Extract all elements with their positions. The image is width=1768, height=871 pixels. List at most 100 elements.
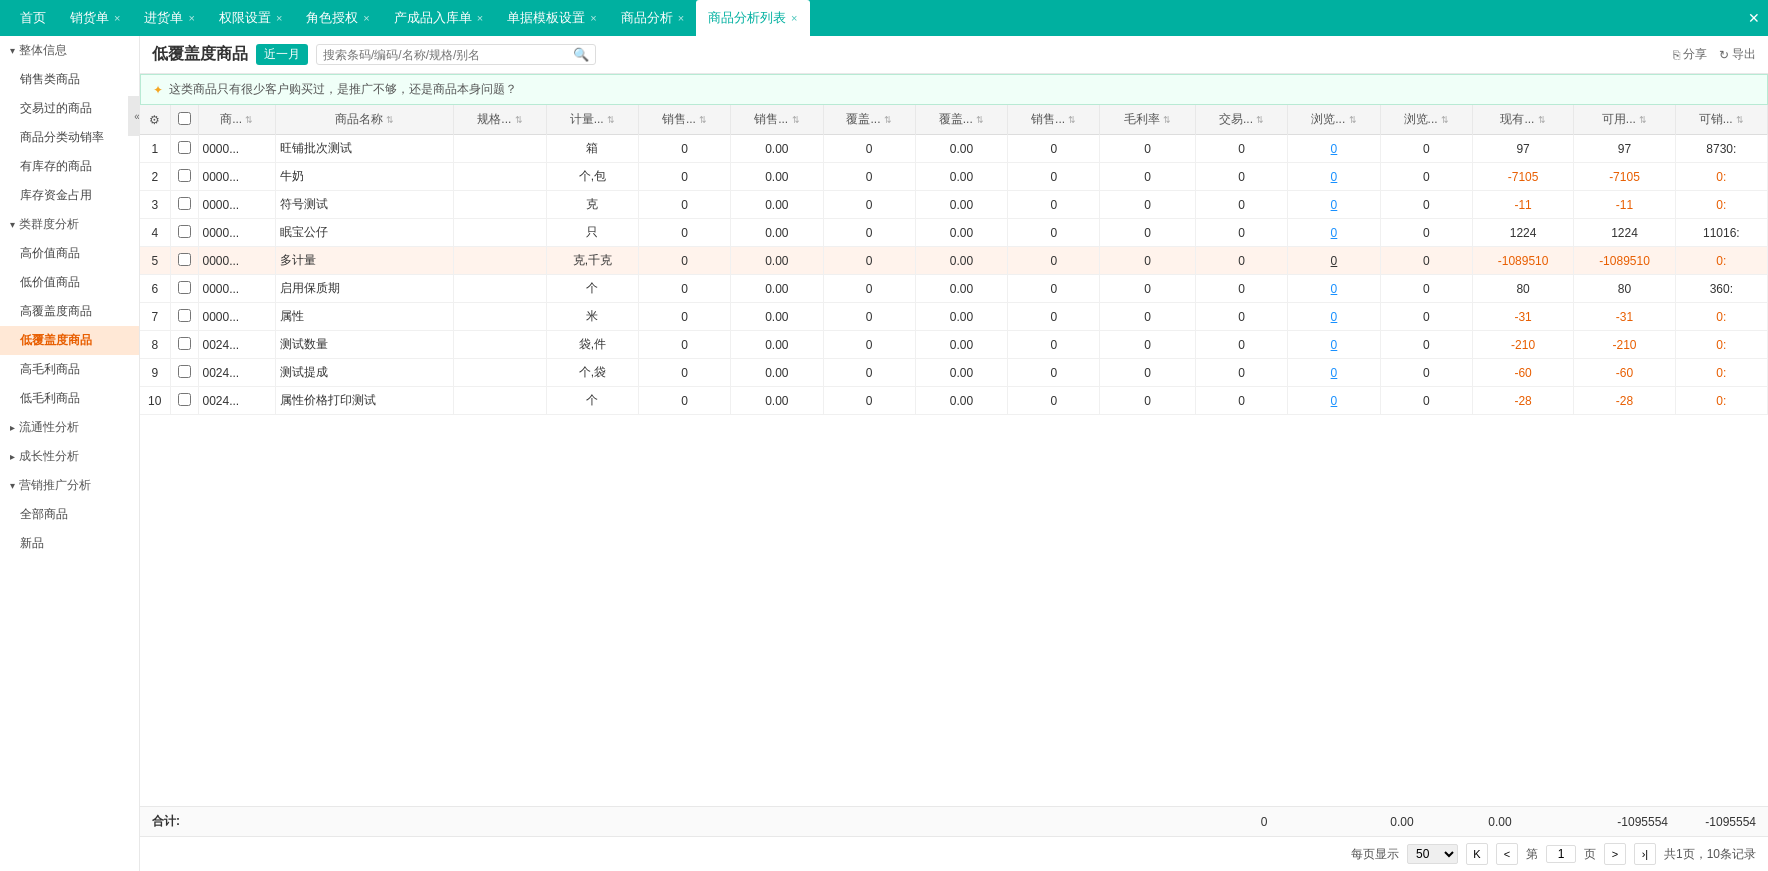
row-browse1[interactable]: 0	[1288, 191, 1380, 219]
current-page-input[interactable]	[1546, 845, 1576, 863]
share-icon: ⎘	[1673, 48, 1680, 62]
row-browse1[interactable]: 0	[1288, 135, 1380, 163]
row-select-checkbox[interactable]	[178, 253, 191, 266]
checkbox-th[interactable]	[170, 105, 198, 135]
close-icon[interactable]: ×	[791, 12, 797, 24]
chevron-down-icon: ▾	[10, 219, 15, 230]
row-checkbox[interactable]	[170, 303, 198, 331]
row-browse1[interactable]: 0	[1288, 219, 1380, 247]
row-select-checkbox[interactable]	[178, 309, 191, 322]
sidebar-item-low-value[interactable]: 低价值商品	[0, 268, 139, 297]
row-browse1[interactable]: 0	[1288, 163, 1380, 191]
row-browse1[interactable]: 0	[1288, 247, 1380, 275]
nav-sales-order[interactable]: 销货单 ×	[58, 0, 132, 36]
sidebar-collapse-button[interactable]: «	[128, 96, 140, 136]
row-checkbox[interactable]	[170, 331, 198, 359]
sidebar-item-all-products[interactable]: 全部商品	[0, 500, 139, 529]
th-cov2: 覆盖... ⇅	[915, 105, 1007, 135]
prev-page-button[interactable]: <	[1496, 843, 1518, 865]
row-checkbox[interactable]	[170, 275, 198, 303]
row-checkbox[interactable]	[170, 247, 198, 275]
row-browse1[interactable]: 0	[1288, 331, 1380, 359]
per-page-select[interactable]: 50 10 20 100	[1407, 844, 1458, 864]
search-input[interactable]	[323, 48, 573, 62]
search-box[interactable]: 🔍	[316, 44, 596, 65]
next-page-button[interactable]: >	[1604, 843, 1626, 865]
select-all-checkbox[interactable]	[178, 112, 191, 125]
row-stock3: 0:	[1675, 331, 1767, 359]
export-button[interactable]: ↻ 导出	[1719, 46, 1756, 63]
settings-th[interactable]: ⚙	[140, 105, 170, 135]
close-icon[interactable]: ×	[590, 12, 596, 24]
row-select-checkbox[interactable]	[178, 281, 191, 294]
sidebar-item-high-margin[interactable]: 高毛利商品	[0, 355, 139, 384]
search-icon[interactable]: 🔍	[573, 47, 589, 62]
sidebar-item-new-products[interactable]: 新品	[0, 529, 139, 558]
pagination-bar: 每页显示 50 10 20 100 K < 第 页 > ›| 共1页，10条记录	[140, 836, 1768, 871]
close-icon[interactable]: ×	[363, 12, 369, 24]
row-select-checkbox[interactable]	[178, 393, 191, 406]
row-select-checkbox[interactable]	[178, 141, 191, 154]
row-trade: 0	[1196, 387, 1288, 415]
th-margin: 毛利率 ⇅	[1100, 105, 1196, 135]
nav-home[interactable]: 首页	[8, 0, 58, 36]
close-all-tabs-icon[interactable]: ✕	[1748, 10, 1760, 26]
nav-purchase-order[interactable]: 进货单 ×	[132, 0, 206, 36]
nav-role-auth[interactable]: 角色授权 ×	[294, 0, 381, 36]
row-select-checkbox[interactable]	[178, 225, 191, 238]
row-browse1[interactable]: 0	[1288, 359, 1380, 387]
sidebar-item-low-coverage[interactable]: 低覆盖度商品	[0, 326, 139, 355]
first-page-button[interactable]: K	[1466, 843, 1488, 865]
row-browse1[interactable]: 0	[1288, 275, 1380, 303]
close-icon[interactable]: ×	[276, 12, 282, 24]
nav-permission-settings[interactable]: 权限设置 ×	[207, 0, 294, 36]
nav-product-analysis[interactable]: 商品分析 ×	[609, 0, 696, 36]
nav-template-settings[interactable]: 单据模板设置 ×	[495, 0, 608, 36]
close-icon[interactable]: ×	[678, 12, 684, 24]
period-button[interactable]: 近一月	[256, 44, 308, 65]
row-checkbox[interactable]	[170, 219, 198, 247]
row-spec	[454, 275, 546, 303]
row-checkbox[interactable]	[170, 191, 198, 219]
last-page-button[interactable]: ›|	[1634, 843, 1656, 865]
share-button[interactable]: ⎘ 分享	[1673, 46, 1707, 63]
row-select-checkbox[interactable]	[178, 197, 191, 210]
sidebar-item-high-coverage[interactable]: 高覆盖度商品	[0, 297, 139, 326]
row-checkbox[interactable]	[170, 359, 198, 387]
sidebar-item-low-margin[interactable]: 低毛利商品	[0, 384, 139, 413]
row-checkbox[interactable]	[170, 387, 198, 415]
sidebar-item-inventory-capital[interactable]: 库存资金占用	[0, 181, 139, 210]
th-name: 商品名称 ⇅	[276, 105, 454, 135]
row-browse1[interactable]: 0	[1288, 387, 1380, 415]
row-spec	[454, 135, 546, 163]
sidebar-item-traded-products[interactable]: 交易过的商品	[0, 94, 139, 123]
sidebar-section-overall[interactable]: ▾ 整体信息	[0, 36, 139, 65]
row-browse1[interactable]: 0	[1288, 303, 1380, 331]
close-icon[interactable]: ×	[114, 12, 120, 24]
row-select-checkbox[interactable]	[178, 337, 191, 350]
row-checkbox[interactable]	[170, 163, 198, 191]
th-cov1: 覆盖... ⇅	[823, 105, 915, 135]
sidebar-section-marketing[interactable]: ▾ 营销推广分析	[0, 471, 139, 500]
row-spec	[454, 191, 546, 219]
row-margin: 0	[1100, 135, 1196, 163]
row-sales-amt: 0.00	[731, 163, 823, 191]
row-select-checkbox[interactable]	[178, 169, 191, 182]
row-select-checkbox[interactable]	[178, 365, 191, 378]
sidebar-item-sales-products[interactable]: 销售类商品	[0, 65, 139, 94]
nav-product-analysis-list[interactable]: 商品分析列表 ×	[696, 0, 809, 36]
th-sales-qty: 销售... ⇅	[638, 105, 730, 135]
row-sales3: 0	[1008, 303, 1100, 331]
sidebar-section-growth[interactable]: ▸ 成长性分析	[0, 442, 139, 471]
th-stock2: 可用... ⇅	[1574, 105, 1675, 135]
nav-product-inbound[interactable]: 产成品入库单 ×	[382, 0, 495, 36]
close-icon[interactable]: ×	[188, 12, 194, 24]
close-icon[interactable]: ×	[477, 12, 483, 24]
row-sales-amt: 0.00	[731, 359, 823, 387]
sidebar-item-high-value[interactable]: 高价值商品	[0, 239, 139, 268]
sidebar-section-cluster[interactable]: ▾ 类群度分析	[0, 210, 139, 239]
row-checkbox[interactable]	[170, 135, 198, 163]
sidebar-section-flow[interactable]: ▸ 流通性分析	[0, 413, 139, 442]
sidebar-item-stocked-products[interactable]: 有库存的商品	[0, 152, 139, 181]
sidebar-item-category-turnover[interactable]: 商品分类动销率	[0, 123, 139, 152]
